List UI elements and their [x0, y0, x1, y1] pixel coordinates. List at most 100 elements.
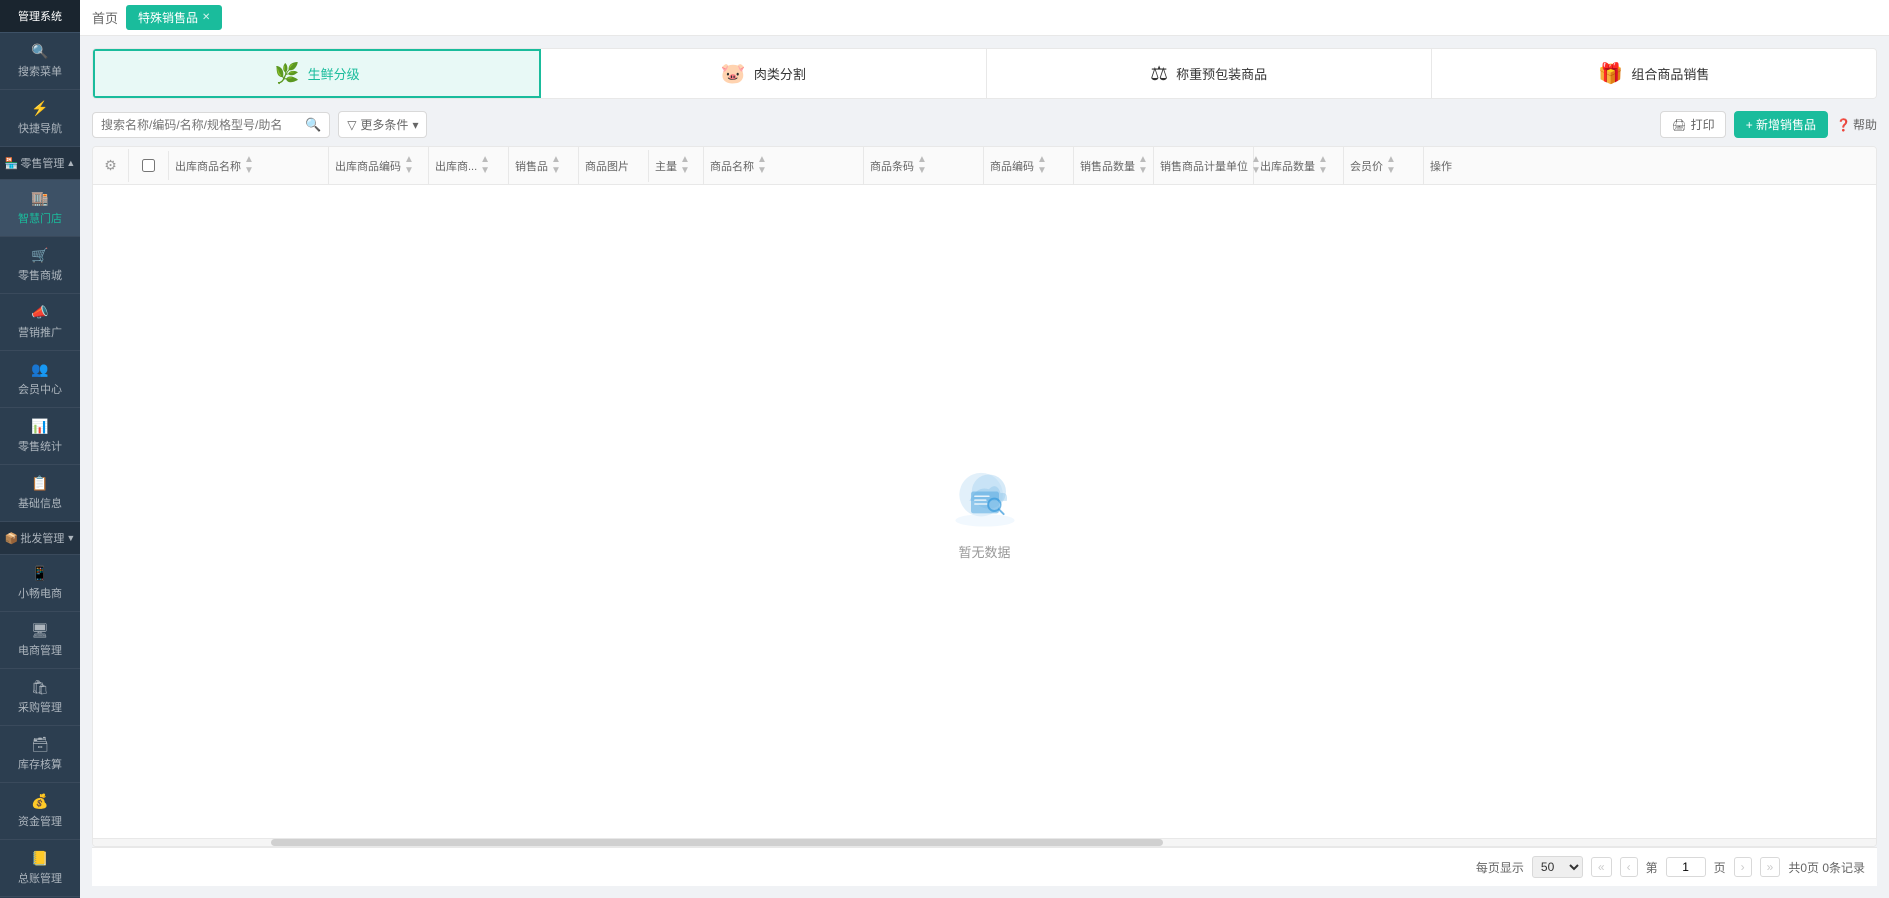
cat-tab-weight[interactable]: ⚖ 称重预包装商品	[987, 49, 1432, 98]
filter-arrow-icon: ▾	[412, 118, 418, 132]
active-tab[interactable]: 特殊销售品 ✕	[126, 5, 222, 30]
members-icon: 👥	[31, 361, 48, 378]
page-total: 共0页 0条记录	[1788, 859, 1865, 876]
sidebar-item-members[interactable]: 👥 会员中心	[0, 351, 80, 408]
sort-out-spec-icon[interactable]: ▲▼	[480, 155, 490, 176]
toolbar-left: 🔍 ▽ 更多条件 ▾	[92, 111, 427, 138]
sidebar-label-smartstore: 智慧门店	[18, 210, 62, 226]
column-settings-icon[interactable]: ⚙	[104, 157, 117, 174]
sidebar-label-quicknav: 快捷导航	[18, 120, 62, 136]
th-weight[interactable]: 主量 ▲▼	[649, 147, 704, 184]
next-page-button[interactable]: ›	[1734, 857, 1752, 877]
table-scroll-bar[interactable]	[93, 838, 1876, 846]
sort-goodname-icon[interactable]: ▲▼	[757, 155, 767, 176]
th-goodname-label: 商品名称	[710, 158, 754, 174]
print-button[interactable]: 🖨 打印	[1660, 111, 1725, 138]
sidebar-item-ledger[interactable]: 📒 总账管理	[0, 840, 80, 897]
quicknav-icon: ⚡	[31, 100, 48, 117]
th-out-qty[interactable]: 出库品数量 ▲▼	[1254, 147, 1344, 184]
cat-tab-fresh[interactable]: 🌿 生鲜分级	[93, 49, 541, 98]
th-out-name[interactable]: 出库商品名称 ▲▼	[169, 147, 329, 184]
sidebar-label-retailmall: 零售商城	[18, 267, 62, 283]
sidebar-label-marketing: 营销推广	[18, 324, 62, 340]
search-input[interactable]	[101, 118, 301, 132]
sidebar-item-retailstat[interactable]: 📊 零售统计	[0, 408, 80, 465]
breadcrumb-home[interactable]: 首页	[92, 8, 118, 27]
sidebar-item-wholesale[interactable]: 📦 批发管理 ▼	[0, 522, 80, 555]
th-goodname[interactable]: 商品名称 ▲▼	[704, 147, 864, 184]
sidebar-label-retail: 零售管理	[20, 155, 64, 171]
retail-icon: 🏪	[5, 157, 19, 170]
sidebar-label-members: 会员中心	[18, 381, 62, 397]
cat-tab-weight-label: 称重预包装商品	[1176, 64, 1267, 83]
page-size-select[interactable]: 50 10 20 100	[1532, 856, 1583, 878]
page-number-input[interactable]	[1666, 857, 1706, 877]
sidebar-item-search[interactable]: 🔍 搜索菜单	[0, 33, 80, 90]
th-sale-qty[interactable]: 销售品数量 ▲▼	[1074, 147, 1154, 184]
sidebar-item-basicinfo[interactable]: 📋 基础信息	[0, 465, 80, 522]
filter-label: 更多条件	[360, 116, 408, 133]
print-icon: 🖨	[1671, 118, 1686, 132]
sort-out-name-icon[interactable]: ▲▼	[244, 155, 254, 176]
th-out-spec-label: 出库商...	[435, 158, 477, 174]
sort-member-price-icon[interactable]: ▲▼	[1386, 155, 1396, 176]
sort-weight-icon[interactable]: ▲▼	[680, 155, 690, 176]
help-button[interactable]: ❓ 帮助	[1836, 116, 1877, 133]
sort-goodcode-icon[interactable]: ▲▼	[1037, 155, 1047, 176]
sidebar-item-finance[interactable]: 💰 资金管理	[0, 783, 80, 840]
sidebar-item-ecommerce[interactable]: 🖥 电商管理	[0, 612, 80, 669]
sort-sale-qty-icon[interactable]: ▲▼	[1138, 155, 1148, 176]
select-all-checkbox[interactable]	[142, 159, 155, 172]
th-barcode-label: 商品条码	[870, 158, 914, 174]
sort-out-qty-icon[interactable]: ▲▼	[1318, 155, 1328, 176]
sort-barcode-icon[interactable]: ▲▼	[917, 155, 927, 176]
th-goodcode[interactable]: 商品编码 ▲▼	[984, 147, 1074, 184]
empty-state: 暂无数据	[945, 462, 1025, 561]
cat-tab-meat[interactable]: 🐷 肉类分割	[541, 49, 986, 98]
sidebar-item-minishop[interactable]: 📱 小畅电商	[0, 555, 80, 612]
th-sale-unit[interactable]: 销售商品计量单位 ▲▼	[1154, 147, 1254, 184]
th-sale-qty-label: 销售品数量	[1080, 158, 1135, 174]
th-checkbox[interactable]	[129, 151, 169, 180]
sidebar-item-retail[interactable]: 🏪 零售管理 ▲	[0, 147, 80, 180]
th-sale-item[interactable]: 销售品 ▲▼	[509, 147, 579, 184]
sidebar-label-ledger: 总账管理	[18, 870, 62, 886]
sidebar-item-smartstore[interactable]: 🏬 智慧门店	[0, 180, 80, 237]
sidebar-item-inventory[interactable]: 🗃 库存核算	[0, 726, 80, 783]
tab-close-icon[interactable]: ✕	[202, 12, 210, 23]
last-page-button[interactable]: »	[1760, 857, 1781, 877]
active-tab-label: 特殊销售品	[138, 9, 198, 26]
th-sale-item-label: 销售品	[515, 158, 548, 174]
search-box[interactable]: 🔍	[92, 112, 330, 138]
add-sale-button[interactable]: + 新增销售品	[1734, 111, 1828, 138]
sidebar-item-marketing[interactable]: 📣 营销推广	[0, 294, 80, 351]
th-out-spec[interactable]: 出库商... ▲▼	[429, 147, 509, 184]
sidebar-item-purchase[interactable]: 🛍 采购管理	[0, 669, 80, 726]
cat-tab-combo[interactable]: 🎁 组合商品销售	[1432, 49, 1876, 98]
combo-icon: 🎁	[1598, 61, 1623, 86]
wholesale-arrow-icon: ▼	[66, 533, 75, 543]
sort-out-code-icon[interactable]: ▲▼	[404, 155, 414, 176]
filter-button[interactable]: ▽ 更多条件 ▾	[338, 111, 427, 138]
sidebar-label-minishop: 小畅电商	[18, 585, 62, 601]
basicinfo-icon: 📋	[31, 475, 48, 492]
prev-page-button[interactable]: ‹	[1620, 857, 1638, 877]
th-barcode[interactable]: 商品条码 ▲▼	[864, 147, 984, 184]
first-page-button[interactable]: «	[1591, 857, 1612, 877]
sidebar-item-quicknav[interactable]: ⚡ 快捷导航	[0, 90, 80, 147]
th-img[interactable]: 商品图片	[579, 150, 649, 182]
th-settings[interactable]: ⚙	[93, 149, 129, 182]
sidebar-item-retailmall[interactable]: 🛒 零售商城	[0, 237, 80, 294]
th-member-price[interactable]: 会员价 ▲▼	[1344, 147, 1424, 184]
sort-sale-item-icon[interactable]: ▲▼	[551, 155, 561, 176]
help-label: 帮助	[1853, 116, 1877, 133]
table-scroll-thumb[interactable]	[271, 839, 1163, 846]
th-img-label: 商品图片	[585, 158, 629, 174]
search-menu-icon: 🔍	[31, 43, 48, 60]
table-container: ⚙ 出库商品名称 ▲▼ 出库商品编码 ▲▼ 出库商... ▲▼	[92, 146, 1877, 847]
retailstat-icon: 📊	[31, 418, 48, 435]
search-icon[interactable]: 🔍	[305, 117, 321, 133]
empty-illustration	[945, 462, 1025, 532]
table-header: ⚙ 出库商品名称 ▲▼ 出库商品编码 ▲▼ 出库商... ▲▼	[93, 147, 1876, 185]
th-out-code[interactable]: 出库商品编码 ▲▼	[329, 147, 429, 184]
